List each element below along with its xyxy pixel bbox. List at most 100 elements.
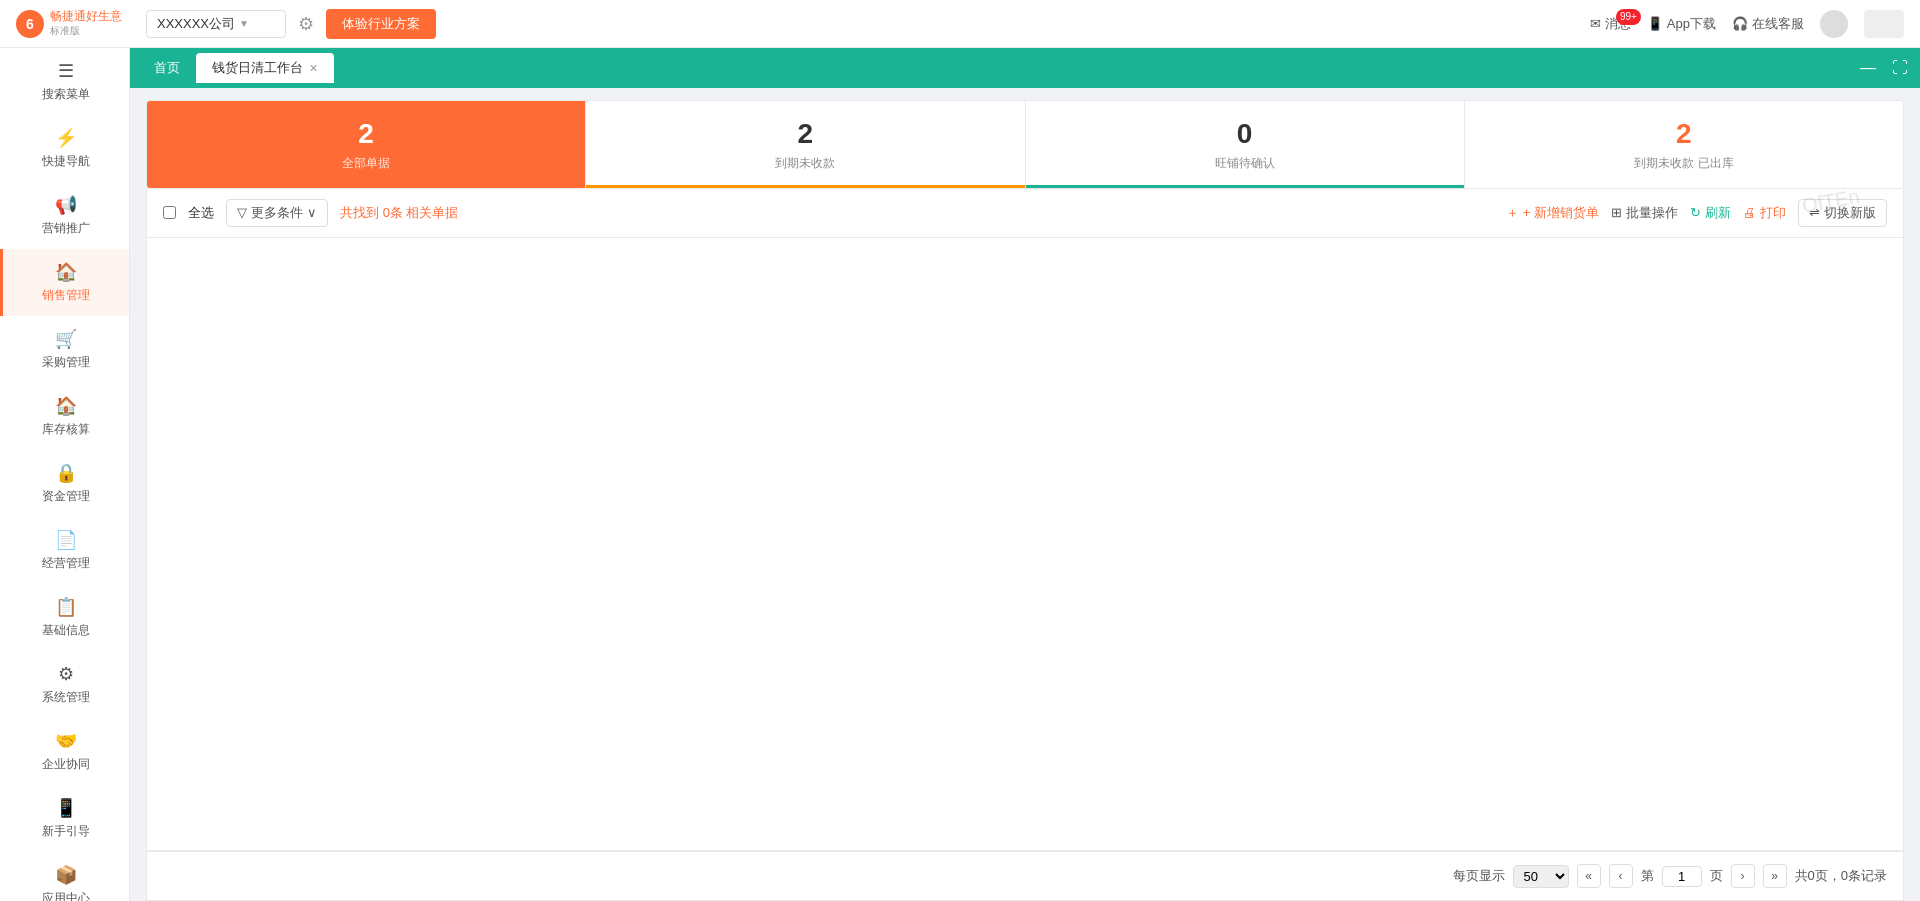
toolbar-right: ＋ + 新增销货单 ⊞ 批量操作 ↻ 刷新 🖨 打印 <box>1506 199 1887 227</box>
app-download-label: App下载 <box>1667 15 1716 33</box>
sidebar-label-search-menu: 搜索菜单 <box>42 86 90 103</box>
message-badge: 99+ <box>1616 9 1641 25</box>
sidebar-item-base-info[interactable]: 📋 基础信息 <box>0 584 129 651</box>
company-selector[interactable]: XXXXXX公司 ▼ <box>146 10 286 38</box>
sidebar-item-quick-nav[interactable]: ⚡ 快捷导航 <box>0 115 129 182</box>
sidebar-label-operation: 经营管理 <box>42 555 90 572</box>
card-num-wangpu: 0 <box>1046 117 1444 151</box>
user-name-area <box>1864 10 1904 38</box>
batch-button[interactable]: ⊞ 批量操作 <box>1611 204 1678 222</box>
system-icon: ⚙ <box>58 663 74 685</box>
page-input[interactable] <box>1662 866 1702 887</box>
switch-button[interactable]: ⇌ 切换新版 <box>1798 199 1887 227</box>
quick-nav-icon: ⚡ <box>55 127 77 149</box>
result-prefix: 共找到 <box>340 205 379 220</box>
prev-page-button[interactable]: ‹ <box>1609 864 1633 888</box>
sidebar-item-enterprise[interactable]: 🤝 企业协同 <box>0 718 129 785</box>
sidebar: ☰ 搜索菜单 ⚡ 快捷导航 📢 营销推广 🏠 销售管理 🛒 采购管理 🏠 库存核… <box>0 48 130 901</box>
total-label: 共0页，0条记录 <box>1795 867 1887 885</box>
filter-button[interactable]: ▽ 更多条件 ∨ <box>226 199 328 227</box>
sidebar-item-system[interactable]: ⚙ 系统管理 <box>0 651 129 718</box>
sidebar-item-purchase[interactable]: 🛒 采购管理 <box>0 316 129 383</box>
sidebar-label-capital: 资金管理 <box>42 488 90 505</box>
marketing-icon: 📢 <box>55 194 77 216</box>
company-name: XXXXXX公司 <box>157 15 235 33</box>
summary-cards: 2 全部单据 2 到期未收款 0 旺铺待确认 2 到期未收款 已出库 <box>146 100 1904 189</box>
settings-icon[interactable]: ⚙ <box>298 13 314 35</box>
logo-icon: 6 <box>16 10 44 38</box>
headset-icon: 🎧 <box>1732 16 1748 31</box>
tab-close-icon[interactable]: ✕ <box>309 62 318 75</box>
company-dropdown-arrow: ▼ <box>239 18 249 29</box>
trial-button[interactable]: 体验行业方案 <box>326 9 436 39</box>
select-all-checkbox[interactable] <box>163 206 176 219</box>
message-icon: ✉ <box>1590 16 1601 31</box>
sidebar-item-inventory[interactable]: 🏠 库存核算 <box>0 383 129 450</box>
content-area: 2 全部单据 2 到期未收款 0 旺铺待确认 2 到期未收款 已出库 <box>130 88 1920 901</box>
top-header: 6 畅捷通好生意 标准版 XXXXXX公司 ▼ ⚙ 体验行业方案 ✉ 消息 99… <box>0 0 1920 48</box>
tab-bar-right: — ⛶ <box>1856 59 1912 77</box>
card-label-unshipped: 到期未收款 已出库 <box>1485 155 1883 172</box>
card-num-unshipped: 2 <box>1485 117 1883 151</box>
result-info: 共找到 0条 相关单据 <box>340 204 458 222</box>
summary-card-all[interactable]: 2 全部单据 <box>147 101 586 188</box>
logo-line2: 标准版 <box>50 24 122 38</box>
card-underline-wangpu <box>1026 185 1464 188</box>
logo-area: 6 畅捷通好生意 标准版 <box>16 9 146 39</box>
sidebar-item-sales[interactable]: 🏠 销售管理 <box>0 249 129 316</box>
online-service-item[interactable]: 🎧 在线客服 <box>1732 15 1804 33</box>
sidebar-label-purchase: 采购管理 <box>42 354 90 371</box>
result-suffix: 相关单据 <box>406 205 458 220</box>
sales-icon: 🏠 <box>55 261 77 283</box>
result-count: 0条 <box>383 205 403 220</box>
sidebar-item-operation[interactable]: 📄 经营管理 <box>0 517 129 584</box>
sidebar-item-capital[interactable]: 🔒 资金管理 <box>0 450 129 517</box>
header-right: ✉ 消息 99+ 📱 App下载 🎧 在线客服 <box>1590 10 1904 38</box>
search-menu-icon: ☰ <box>58 60 74 82</box>
inventory-icon: 🏠 <box>55 395 77 417</box>
table-area <box>146 238 1904 851</box>
purchase-icon: 🛒 <box>55 328 77 350</box>
card-num-overdue: 2 <box>606 117 1004 151</box>
tab-maximize-icon[interactable]: ⛶ <box>1888 59 1912 77</box>
card-label-wangpu: 旺铺待确认 <box>1046 155 1444 172</box>
base-info-icon: 📋 <box>55 596 77 618</box>
card-num-all: 2 <box>167 117 565 151</box>
summary-card-overdue[interactable]: 2 到期未收款 <box>586 101 1025 188</box>
tab-cash-daily[interactable]: 钱货日清工作台 ✕ <box>196 53 334 83</box>
header-center: ⚙ 体验行业方案 <box>286 9 1590 39</box>
tab-minimize-icon[interactable]: — <box>1856 59 1880 77</box>
sidebar-label-inventory: 库存核算 <box>42 421 90 438</box>
card-underline-overdue <box>586 185 1024 188</box>
app-download-item[interactable]: 📱 App下载 <box>1647 15 1716 33</box>
message-item[interactable]: ✉ 消息 99+ <box>1590 15 1631 33</box>
summary-card-wangpu[interactable]: 0 旺铺待确认 <box>1026 101 1465 188</box>
card-label-all: 全部单据 <box>167 155 565 172</box>
sidebar-label-quick-nav: 快捷导航 <box>42 153 90 170</box>
print-button[interactable]: 🖨 打印 <box>1743 204 1786 222</box>
sidebar-item-app-center[interactable]: 📦 应用中心 <box>0 852 129 901</box>
filter-label: 更多条件 <box>251 204 303 222</box>
main-content: 首页 钱货日清工作台 ✕ — ⛶ 2 全部单据 2 到期未收款 <box>130 48 1920 901</box>
last-page-button[interactable]: » <box>1763 864 1787 888</box>
sidebar-item-guide[interactable]: 📱 新手引导 <box>0 785 129 852</box>
sidebar-label-guide: 新手引导 <box>42 823 90 840</box>
batch-icon: ⊞ <box>1611 205 1622 220</box>
refresh-button[interactable]: ↻ 刷新 <box>1690 204 1731 222</box>
add-button[interactable]: ＋ + 新增销货单 <box>1506 204 1599 222</box>
avatar[interactable] <box>1820 10 1848 38</box>
tab-home[interactable]: 首页 <box>138 53 196 83</box>
next-page-button[interactable]: › <box>1731 864 1755 888</box>
sidebar-label-sales: 销售管理 <box>42 287 90 304</box>
sidebar-item-search-menu[interactable]: ☰ 搜索菜单 <box>0 48 129 115</box>
app-body: ☰ 搜索菜单 ⚡ 快捷导航 📢 营销推广 🏠 销售管理 🛒 采购管理 🏠 库存核… <box>0 48 1920 901</box>
switch-icon: ⇌ <box>1809 205 1820 220</box>
app-download-icon: 📱 <box>1647 16 1663 31</box>
first-page-button[interactable]: « <box>1577 864 1601 888</box>
sidebar-item-marketing[interactable]: 📢 营销推广 <box>0 182 129 249</box>
summary-card-unshipped[interactable]: 2 到期未收款 已出库 <box>1465 101 1903 188</box>
add-label: + 新增销货单 <box>1523 204 1599 222</box>
toolbar: 全选 ▽ 更多条件 ∨ 共找到 0条 相关单据 ＋ + 新增销货单 ⊞ <box>146 189 1904 238</box>
per-page-select[interactable]: 50 20 100 <box>1513 865 1569 888</box>
sidebar-label-app-center: 应用中心 <box>42 890 90 901</box>
